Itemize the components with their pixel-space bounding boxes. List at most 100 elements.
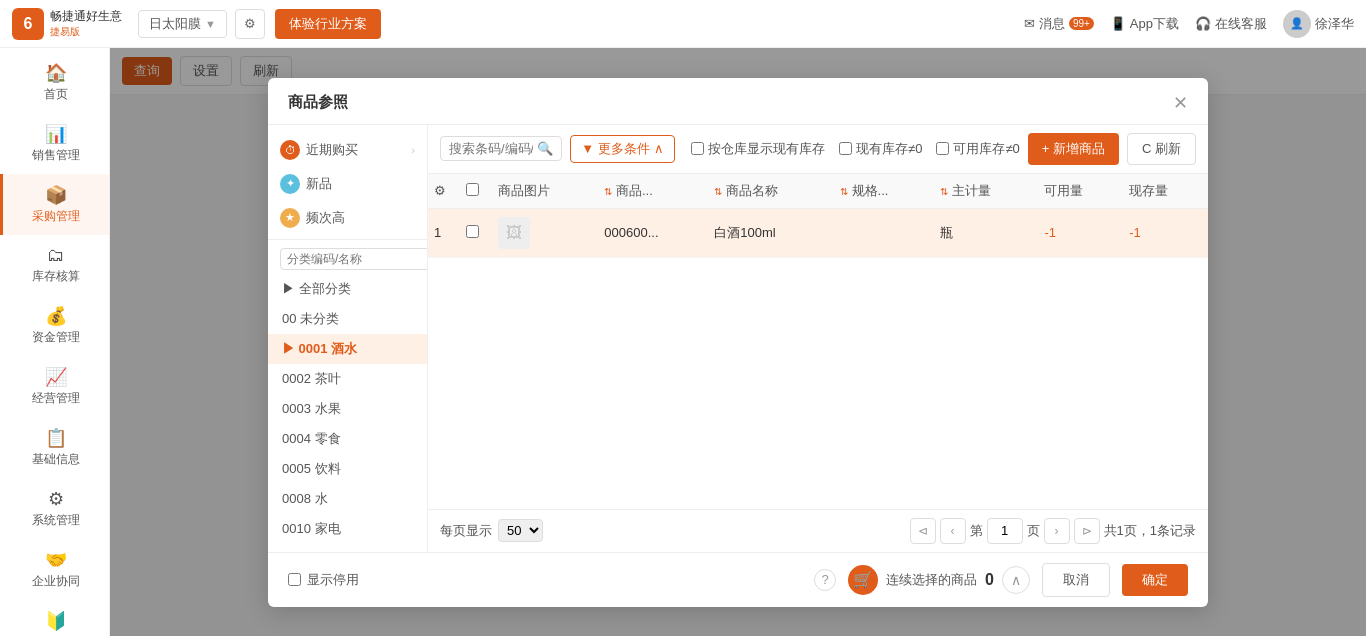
page-nav: ⊲ ‹ 第 页 › ⊳ 共1页，1条记录 xyxy=(910,518,1196,544)
nav-right: ✉ 消息 99+ 📱 App下载 🎧 在线客服 👤 徐泽华 xyxy=(1024,10,1354,38)
sidebar-item-guide[interactable]: 🔰 新手引导 xyxy=(0,600,109,636)
confirm-button[interactable]: 确定 xyxy=(1122,564,1188,596)
modal-body: ⏱ 近期购买 › ✦ 新品 ★ 频次高 xyxy=(268,125,1208,552)
page-input[interactable] xyxy=(987,518,1023,544)
checkbox-warehouse-input[interactable] xyxy=(691,142,704,155)
filter-icon: ▼ xyxy=(581,141,594,156)
checkbox-stock-input[interactable] xyxy=(839,142,852,155)
cancel-button[interactable]: 取消 xyxy=(1042,563,1110,597)
trial-button[interactable]: 体验行业方案 xyxy=(275,9,381,39)
product-table-wrap: ⚙ 商品图片 ⇅ 商品... ⇅ 商品名称 ⇅ 规格... ⇅ 主计量 可用量 xyxy=(428,174,1208,509)
checkbox-warehouse[interactable]: 按仓库显示现有库存 xyxy=(691,140,825,158)
row-select-checkbox[interactable] xyxy=(466,225,479,238)
per-page: 每页显示 50 xyxy=(440,519,543,542)
phone-icon: 📱 xyxy=(1110,16,1126,31)
col-name[interactable]: ⇅ 商品名称 xyxy=(708,174,834,209)
per-page-select[interactable]: 50 xyxy=(498,519,543,542)
sidebar: 🏠 首页 📊 销售管理 📦 采购管理 🗂 库存核算 💰 资金管理 📈 经营管理 … xyxy=(0,48,110,636)
sidebar-item-sales[interactable]: 📊 销售管理 xyxy=(0,113,109,174)
chevron-down-icon: ▼ xyxy=(205,18,216,30)
checkbox-stock-nonzero[interactable]: 现有库存≠0 xyxy=(839,140,922,158)
checkbox-available-nonzero[interactable]: 可用库存≠0 xyxy=(936,140,1019,158)
display-disabled-checkbox[interactable] xyxy=(288,573,301,586)
sidebar-item-system[interactable]: ⚙ 系统管理 xyxy=(0,478,109,539)
cat-drink[interactable]: 0005 饮料 xyxy=(268,454,427,484)
row-unit: 瓶 xyxy=(934,208,1038,257)
help-icon[interactable]: ? xyxy=(814,569,836,591)
sidebar-item-enterprise[interactable]: 🤝 企业协同 xyxy=(0,539,109,600)
sidebar-item-home[interactable]: 🏠 首页 xyxy=(0,52,109,113)
cat-fruit[interactable]: 0003 水果 xyxy=(268,394,427,424)
row-spec xyxy=(834,208,934,257)
sidebar-item-purchase[interactable]: 📦 采购管理 xyxy=(0,174,109,235)
online-service-btn[interactable]: 🎧 在线客服 xyxy=(1195,15,1267,33)
chevron-up-icon: ∧ xyxy=(654,141,664,156)
select-all-checkbox[interactable] xyxy=(466,183,479,196)
category-search-input[interactable] xyxy=(280,248,428,270)
purchase-icon: 📦 xyxy=(45,184,67,206)
product-image: 🖼 xyxy=(498,217,530,249)
col-spec[interactable]: ⇅ 规格... xyxy=(834,174,934,209)
cat-snack[interactable]: 0004 零食 xyxy=(268,424,427,454)
quick-new[interactable]: ✦ 新品 xyxy=(268,167,427,201)
checkbox-available-input[interactable] xyxy=(936,142,949,155)
settings-icon[interactable]: ⚙ xyxy=(235,9,265,39)
cat-liquor[interactable]: ▶ 0001 酒水 xyxy=(268,334,427,364)
prev-page-btn[interactable]: ‹ xyxy=(940,518,966,544)
finance-icon: 💰 xyxy=(45,305,67,327)
refresh-button[interactable]: C 刷新 xyxy=(1127,133,1196,165)
row-checkbox[interactable] xyxy=(460,208,492,257)
col-unit[interactable]: ⇅ 主计量 xyxy=(934,174,1038,209)
app-download-btn[interactable]: 📱 App下载 xyxy=(1110,15,1179,33)
message-icon: ✉ xyxy=(1024,16,1035,31)
inventory-icon: 🗂 xyxy=(47,245,65,266)
sidebar-item-operation[interactable]: 📈 经营管理 xyxy=(0,356,109,417)
sidebar-item-inventory[interactable]: 🗂 库存核算 xyxy=(0,235,109,295)
col-settings[interactable]: ⚙ xyxy=(428,174,460,209)
cart-icon[interactable]: 🛒 xyxy=(848,565,878,595)
cat-tea[interactable]: 0002 茶叶 xyxy=(268,364,427,394)
search-input[interactable] xyxy=(449,141,533,156)
cat-uncategorized[interactable]: 00 未分类 xyxy=(268,304,427,334)
home-icon: 🏠 xyxy=(45,62,67,84)
guide-icon: 🔰 xyxy=(45,610,67,632)
quick-frequent[interactable]: ★ 频次高 xyxy=(268,201,427,235)
next-page-btn[interactable]: › xyxy=(1044,518,1070,544)
close-icon[interactable]: ✕ xyxy=(1173,92,1188,114)
user-menu[interactable]: 👤 徐泽华 xyxy=(1283,10,1354,38)
table-row[interactable]: 1 🖼 000600... 白酒100ml 瓶 xyxy=(428,208,1208,257)
filter-button[interactable]: ▼ 更多条件 ∧ xyxy=(570,135,675,163)
top-nav: 6 畅捷通好生意 捷易版 日太阳膜 ▼ ⚙ 体验行业方案 ✉ 消息 99+ 📱 … xyxy=(0,0,1366,48)
cat-all[interactable]: ▶ 全部分类 xyxy=(268,274,427,304)
cat-water[interactable]: 0008 水 xyxy=(268,484,427,514)
first-page-btn[interactable]: ⊲ xyxy=(910,518,936,544)
quick-recent[interactable]: ⏱ 近期购买 › xyxy=(268,133,427,167)
last-page-btn[interactable]: ⊳ xyxy=(1074,518,1100,544)
messages-btn[interactable]: ✉ 消息 99+ xyxy=(1024,15,1094,33)
sidebar-item-basicinfo[interactable]: 📋 基础信息 xyxy=(0,417,109,478)
col-image: 商品图片 xyxy=(492,174,598,209)
modal-search-bar: 🔍 ▼ 更多条件 ∧ 按仓库显示现有库存 xyxy=(428,125,1208,174)
sidebar-item-finance[interactable]: 💰 资金管理 xyxy=(0,295,109,356)
display-disabled-wrap: 显示停用 xyxy=(288,571,359,589)
modal-right-panel: 🔍 ▼ 更多条件 ∧ 按仓库显示现有库存 xyxy=(428,125,1208,552)
divider xyxy=(268,239,427,240)
main-content: 查询 设置 刷新 商品参照 ✕ ⏱ 近期购买 xyxy=(110,48,1366,636)
headset-icon: 🎧 xyxy=(1195,16,1211,31)
footer-actions: ? 🛒 连续选择的商品 0 ∧ 取消 确定 xyxy=(814,563,1188,597)
col-code[interactable]: ⇅ 商品... xyxy=(598,174,708,209)
chevron-up-icon[interactable]: ∧ xyxy=(1002,566,1030,594)
add-product-button[interactable]: + 新增商品 xyxy=(1028,133,1119,165)
page-total: 共1页，1条记录 xyxy=(1104,522,1196,540)
cart-count: 0 xyxy=(985,571,994,589)
search-icon[interactable]: 🔍 xyxy=(537,141,553,156)
logo-area: 6 畅捷通好生意 捷易版 xyxy=(12,8,122,40)
cat-appliance[interactable]: 0010 家电 xyxy=(268,514,427,544)
modal-title: 商品参照 xyxy=(288,93,348,112)
modal-overlay: 商品参照 ✕ ⏱ 近期购买 › ✦ 新品 xyxy=(110,48,1366,636)
col-checkbox[interactable] xyxy=(460,174,492,209)
category-search: 🔍 xyxy=(268,244,427,274)
modal-header: 商品参照 ✕ xyxy=(268,78,1208,125)
store-selector[interactable]: 日太阳膜 ▼ xyxy=(138,10,227,38)
modal-footer: 显示停用 ? 🛒 连续选择的商品 0 ∧ 取消 确定 xyxy=(268,552,1208,607)
